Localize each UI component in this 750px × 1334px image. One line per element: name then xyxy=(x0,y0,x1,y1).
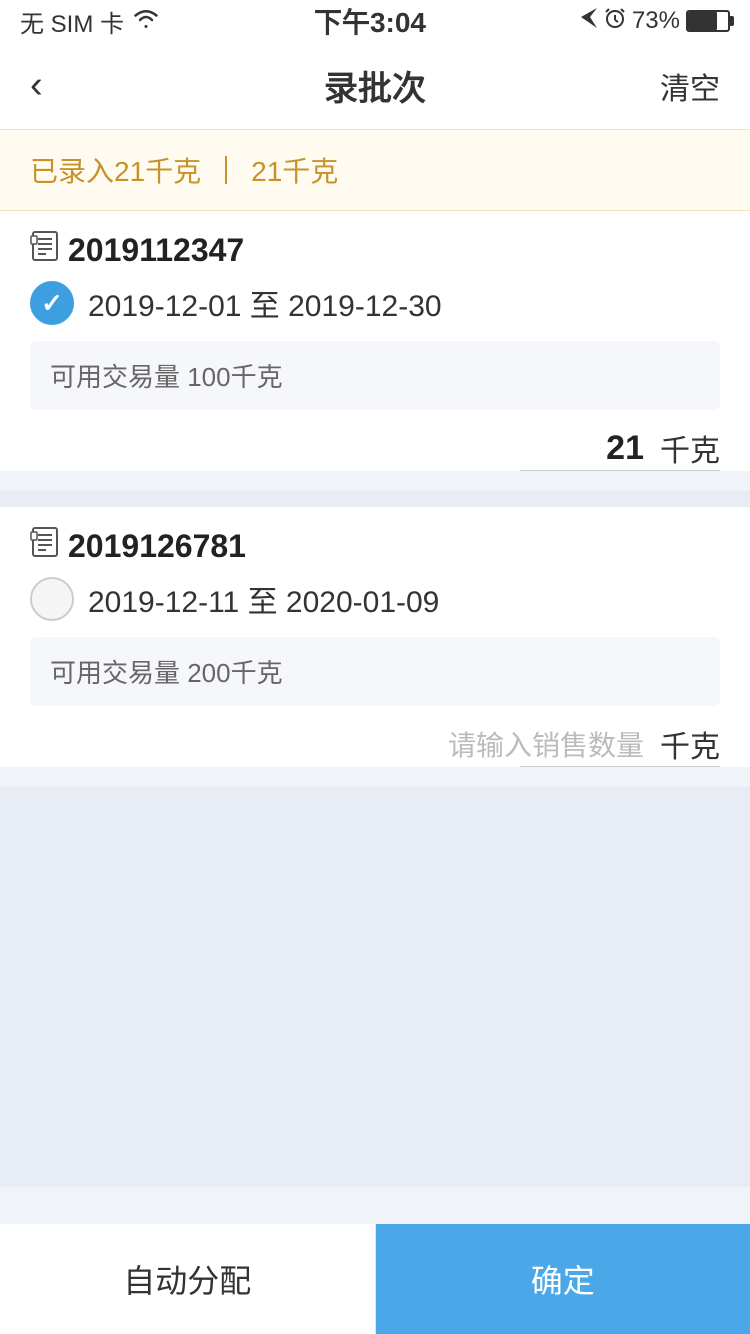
quantity-unit-1: 千克 xyxy=(660,426,720,470)
summary-total: 21千克 xyxy=(251,150,338,190)
empty-area xyxy=(0,787,750,1187)
separator-2 xyxy=(520,766,720,767)
batch-id-2: 2019126781 xyxy=(68,528,246,565)
available-box-2: 可用交易量 200千克 xyxy=(30,637,720,706)
separator-1 xyxy=(520,470,720,471)
alarm-icon xyxy=(604,7,626,36)
radio-1[interactable] xyxy=(30,281,74,325)
quantity-row-2: 请输入销售数量 千克 xyxy=(0,706,750,766)
battery-percent: 73% xyxy=(632,7,680,35)
location-icon xyxy=(580,7,598,36)
wifi-icon xyxy=(132,7,160,36)
batch-date-1: 2019-12-01 至 2019-12-30 xyxy=(88,281,442,325)
page-title: 录批次 xyxy=(324,61,426,110)
batch-item-1: 2019112347 2019-12-01 至 2019-12-30 可用交易量… xyxy=(0,211,750,471)
status-bar: 无 SIM 卡 下午3:04 73% xyxy=(0,0,750,42)
summary-bar: 已录入21千克 21千克 xyxy=(0,130,750,211)
quantity-value-1[interactable]: 21 xyxy=(606,429,644,468)
batch-item-2: 2019126781 2019-12-11 至 2020-01-09 可用交易量… xyxy=(0,507,750,767)
confirm-button[interactable]: 确定 xyxy=(376,1224,750,1334)
quantity-row-1: 21 千克 xyxy=(0,410,750,470)
auto-distribute-button[interactable]: 自动分配 xyxy=(0,1224,376,1334)
bottom-bar: 自动分配 确定 xyxy=(0,1224,750,1334)
section-divider xyxy=(0,491,750,507)
battery-icon xyxy=(686,10,730,32)
status-time: 下午3:04 xyxy=(314,1,426,41)
content: 已录入21千克 21千克 2019112347 xyxy=(0,130,750,1297)
status-right: 73% xyxy=(580,7,730,36)
carrier-text: 无 SIM 卡 xyxy=(20,4,124,39)
back-button[interactable]: ‹ xyxy=(30,64,90,107)
clear-button[interactable]: 清空 xyxy=(660,64,720,108)
summary-recorded: 已录入21千克 xyxy=(30,150,201,190)
batch-id-1: 2019112347 xyxy=(68,232,244,269)
status-left: 无 SIM 卡 xyxy=(20,4,160,39)
batch-date-row-1[interactable]: 2019-12-01 至 2019-12-30 xyxy=(30,281,720,325)
radio-2[interactable] xyxy=(30,577,74,621)
nav-bar: ‹ 录批次 清空 xyxy=(0,42,750,130)
batch-icon-1 xyxy=(30,231,60,269)
available-box-1: 可用交易量 100千克 xyxy=(30,341,720,410)
batch-icon-2 xyxy=(30,527,60,565)
quantity-unit-2: 千克 xyxy=(660,722,720,766)
batch-date-row-2[interactable]: 2019-12-11 至 2020-01-09 xyxy=(30,577,720,621)
quantity-placeholder-2[interactable]: 请输入销售数量 xyxy=(448,724,644,764)
batch-id-row-1: 2019112347 xyxy=(30,231,720,269)
batch-id-row-2: 2019126781 xyxy=(30,527,720,565)
batch-date-2: 2019-12-11 至 2020-01-09 xyxy=(88,577,439,621)
summary-divider xyxy=(225,156,227,184)
